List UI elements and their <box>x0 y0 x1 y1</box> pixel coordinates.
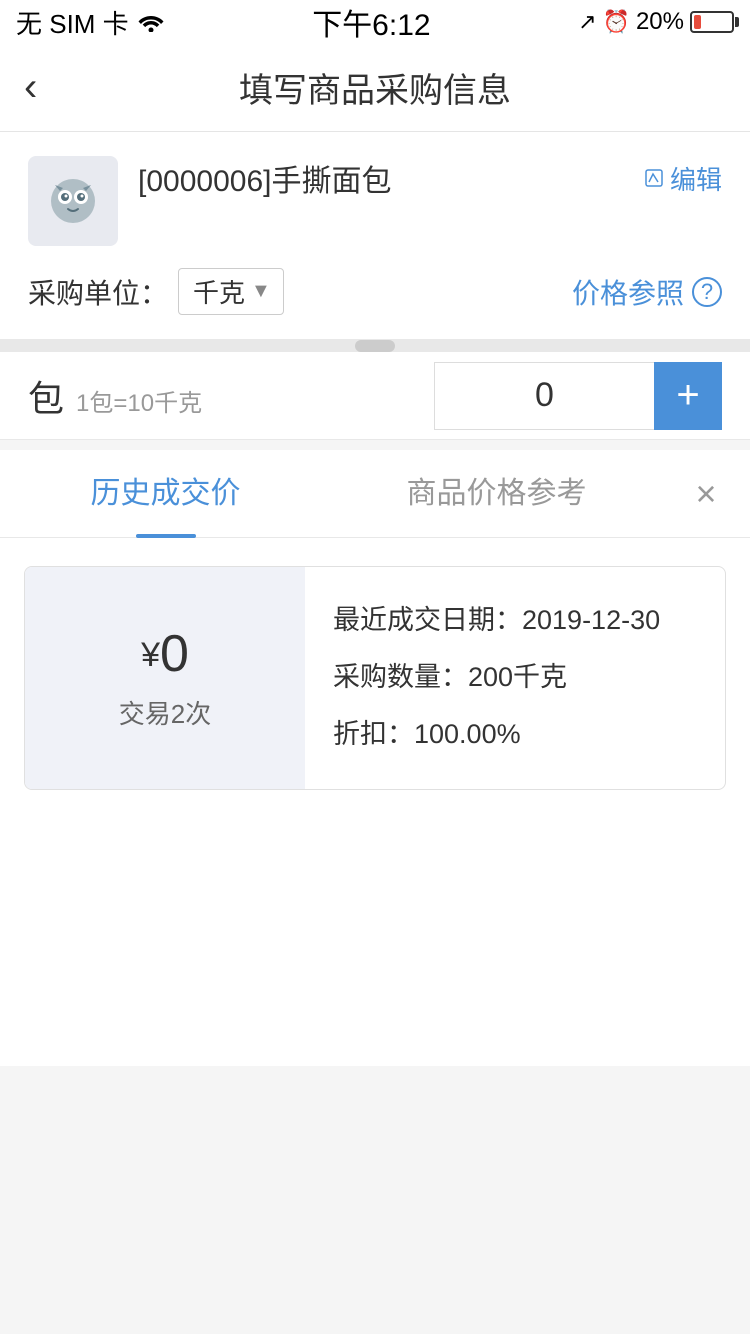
tab-price-reference[interactable]: 商品价格参考 <box>331 450 662 538</box>
qty-unit-label: 包 <box>28 370 64 422</box>
product-name: [0000006]手撕面包 <box>138 165 391 198</box>
quantity-input[interactable] <box>434 362 654 430</box>
product-info: [0000006]手撕面包 <box>28 156 391 246</box>
history-quantity: 采购数量：200千克 <box>333 656 697 699</box>
wifi-icon <box>137 12 165 32</box>
qty-conversion-label: 1包=10千克 <box>76 383 202 418</box>
history-price-display: ¥0 <box>141 624 189 684</box>
status-carrier: 无 SIM 卡 <box>16 4 165 41</box>
help-icon: ? <box>692 277 722 307</box>
battery-icon <box>690 11 734 33</box>
location-icon: ↗ <box>578 9 596 35</box>
tabs-header: 历史成交价 商品价格参考 × <box>0 450 750 538</box>
history-trades-count: 交易2次 <box>119 694 211 731</box>
dropdown-arrow-icon: ▼ <box>251 280 271 303</box>
product-top-row: [0000006]手撕面包 编辑 <box>28 156 722 246</box>
history-right-panel: 最近成交日期：2019-12-30 采购数量：200千克 折扣：100.00% <box>305 567 725 789</box>
edit-button[interactable]: 编辑 <box>644 160 722 197</box>
product-name-wrapper: [0000006]手撕面包 <box>138 156 391 200</box>
tab-content-history: ¥0 交易2次 最近成交日期：2019-12-30 采购数量：200千克 折扣：… <box>0 566 750 1066</box>
qty-input-group: + <box>434 362 722 430</box>
tabs-section: 历史成交价 商品价格参考 × ¥0 交易2次 最近成交日期：2019-12-30… <box>0 450 750 1066</box>
product-thumbnail <box>28 156 118 246</box>
product-unit-row: 采购单位： 千克 ▼ 价格参照 ? <box>28 268 722 315</box>
unit-select-dropdown[interactable]: 千克 ▼ <box>178 268 284 315</box>
qty-plus-button[interactable]: + <box>654 362 722 430</box>
history-left-panel: ¥0 交易2次 <box>25 567 305 789</box>
tab-close-button[interactable]: × <box>662 450 750 538</box>
history-date: 最近成交日期：2019-12-30 <box>333 599 697 642</box>
quantity-label-group: 包 1包=10千克 <box>28 370 202 422</box>
status-bar: 无 SIM 卡 下午6:12 ↗ ⏰ 20% <box>0 0 750 44</box>
section-divider <box>0 340 750 352</box>
page-title: 填写商品采购信息 <box>239 63 511 112</box>
status-right-group: ↗ ⏰ 20% <box>578 8 734 36</box>
unit-left: 采购单位： 千克 ▼ <box>28 268 284 315</box>
status-time: 下午6:12 <box>312 0 430 44</box>
nav-bar: ‹ 填写商品采购信息 <box>0 44 750 132</box>
alarm-icon: ⏰ <box>603 9 630 35</box>
edit-icon <box>644 168 666 190</box>
history-card: ¥0 交易2次 最近成交日期：2019-12-30 采购数量：200千克 折扣：… <box>24 566 726 790</box>
quantity-row: 包 1包=10千克 + <box>0 352 750 440</box>
back-button[interactable]: ‹ <box>24 65 37 110</box>
battery-percent: 20% <box>636 8 684 36</box>
product-card: [0000006]手撕面包 编辑 采购单位： 千克 ▼ 价格参照 ? <box>0 132 750 340</box>
history-discount: 折扣：100.00% <box>333 713 697 756</box>
price-reference-button[interactable]: 价格参照 ? <box>572 272 722 312</box>
tab-history-price[interactable]: 历史成交价 <box>0 450 331 538</box>
product-logo-svg <box>43 171 103 231</box>
